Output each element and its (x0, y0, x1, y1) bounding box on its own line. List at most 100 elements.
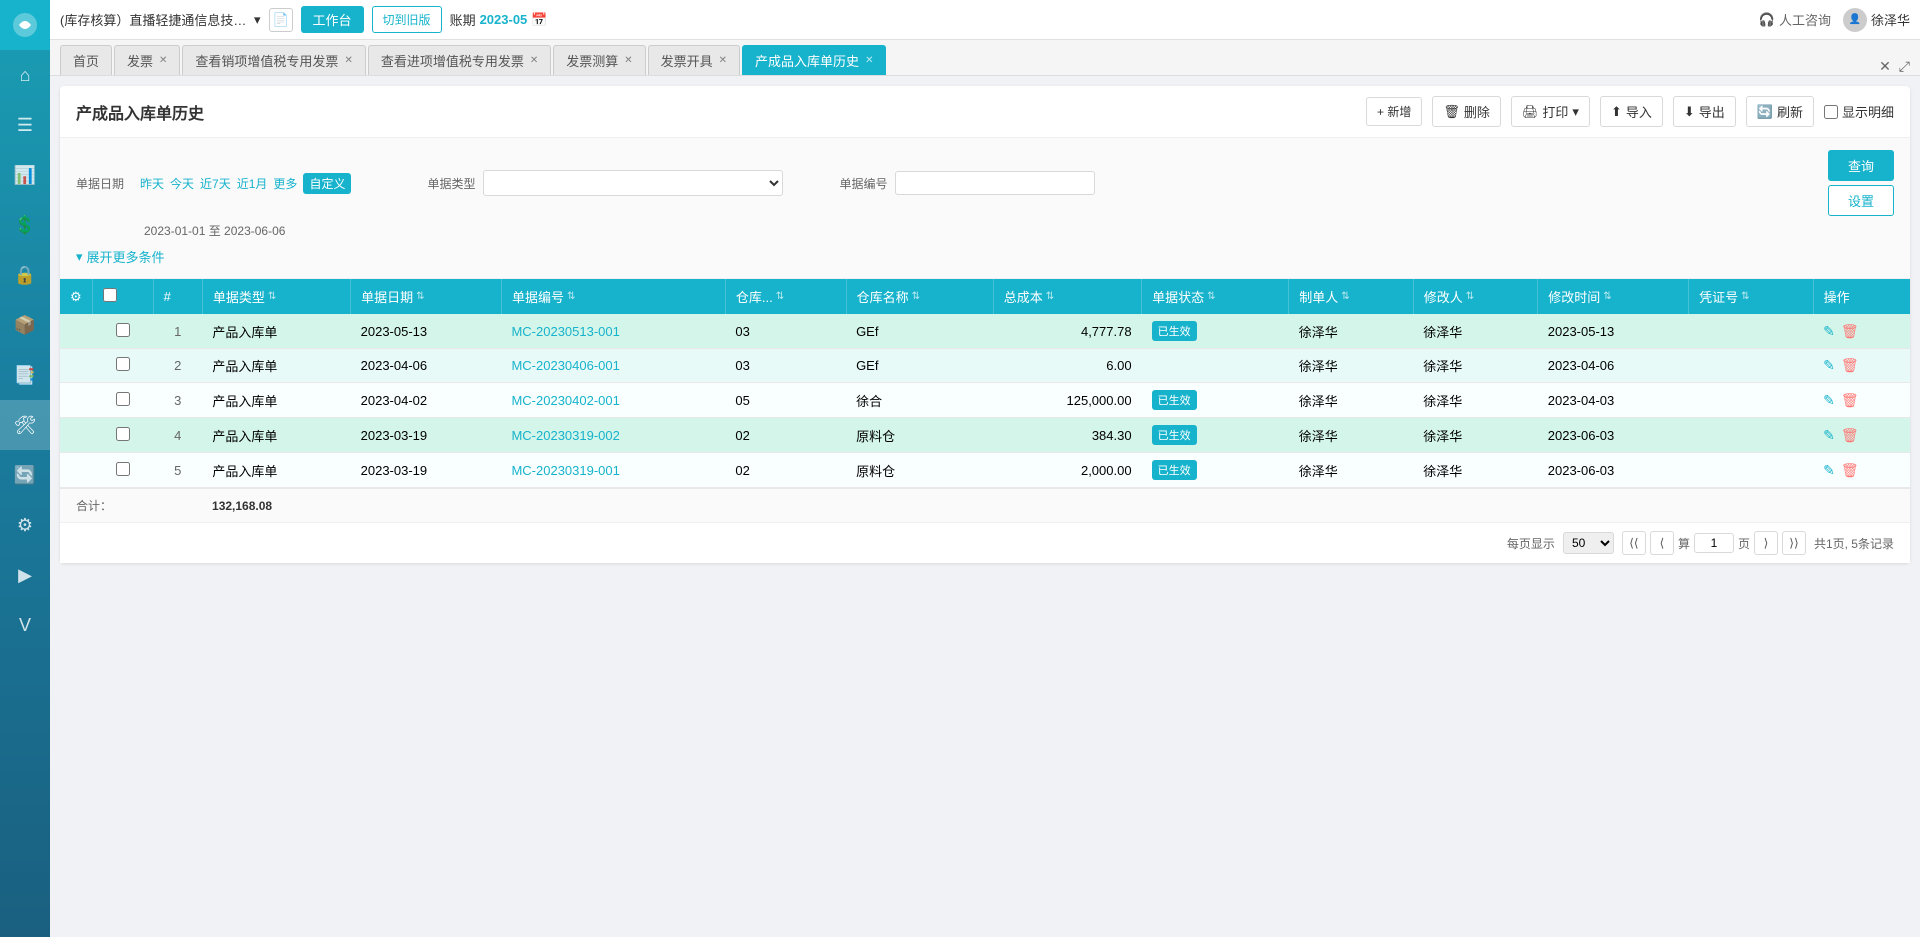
tab-invoice-calc-close[interactable]: ✕ (624, 55, 632, 66)
sidebar-item-chart[interactable]: 📊 (0, 150, 50, 200)
sidebar-item-home[interactable]: ⌂ (0, 50, 50, 100)
tab-invoice[interactable]: 发票 ✕ (114, 45, 180, 75)
row-docnum[interactable]: MC-20230513-001 (501, 314, 725, 349)
row-docnum-link[interactable]: MC-20230319-001 (511, 463, 619, 478)
tab-invoice-close[interactable]: ✕ (159, 55, 167, 66)
last-page-button[interactable]: ⟩⟩ (1782, 531, 1806, 555)
th-warehouse-code[interactable]: 仓库...⇅ (725, 279, 846, 314)
switch-version-button[interactable]: 切到旧版 (372, 6, 442, 33)
th-total-cost[interactable]: 总成本⇅ (993, 279, 1141, 314)
th-settings[interactable]: ⚙ (60, 279, 92, 314)
row-docnum-link[interactable]: MC-20230406-001 (511, 358, 619, 373)
tab-product-history-close[interactable]: ✕ (865, 55, 873, 66)
th-type[interactable]: 单据类型⇅ (202, 279, 350, 314)
sidebar-item-invoice[interactable]: 📑 (0, 350, 50, 400)
close-all-icon[interactable]: ✕ (1879, 58, 1891, 75)
new-button[interactable]: + 新增 (1366, 97, 1422, 126)
shortcut-yesterday[interactable]: 昨天 (140, 175, 164, 192)
tab-sales-invoice[interactable]: 查看销项增值税专用发票 ✕ (182, 45, 365, 75)
row-checkbox[interactable] (116, 357, 130, 371)
tab-invoice-issue-close[interactable]: ✕ (719, 55, 727, 66)
row-checkbox-cell[interactable] (92, 453, 153, 488)
delete-row-icon[interactable]: 🗑 (1841, 462, 1859, 479)
expand-filter-button[interactable]: ▾ 展开更多条件 (76, 247, 1894, 266)
th-modifier[interactable]: 修改人⇅ (1413, 279, 1538, 314)
row-docnum[interactable]: MC-20230319-002 (501, 418, 725, 453)
company-selector[interactable]: (库存核算）直播轻捷通信息技术股份... ▾ (60, 10, 261, 29)
row-checkbox-cell[interactable] (92, 418, 153, 453)
sidebar-item-tools[interactable]: 🛠 (0, 400, 50, 450)
sidebar-item-settings[interactable]: ⚙ (0, 500, 50, 550)
export-button[interactable]: ⬇ 导出 (1673, 96, 1736, 127)
shortcut-7days[interactable]: 近7天 (200, 175, 231, 192)
sidebar-item-docs[interactable]: ☰ (0, 100, 50, 150)
page-size-select[interactable]: 50 20 100 (1563, 532, 1614, 554)
help-button[interactable]: 🎧 人工咨询 (1759, 10, 1831, 29)
row-checkbox-cell[interactable] (92, 349, 153, 383)
th-status[interactable]: 单据状态⇅ (1142, 279, 1289, 314)
type-filter-select[interactable] (483, 170, 783, 196)
row-checkbox[interactable] (116, 392, 130, 406)
checkbox-all[interactable] (103, 288, 117, 302)
document-icon[interactable]: 📄 (269, 8, 293, 32)
delete-row-icon[interactable]: 🗑 (1841, 427, 1859, 444)
row-checkbox-cell[interactable] (92, 314, 153, 349)
tab-purchase-invoice[interactable]: 查看进项增值税专用发票 ✕ (368, 45, 551, 75)
row-checkbox[interactable] (116, 323, 130, 337)
set-button[interactable]: 设置 (1828, 185, 1894, 216)
maximize-icon[interactable]: ⤢ (1899, 58, 1910, 75)
sidebar-item-play[interactable]: ▶ (0, 550, 50, 600)
row-docnum-link[interactable]: MC-20230319-002 (511, 428, 619, 443)
delete-row-icon[interactable]: 🗑 (1841, 323, 1859, 340)
sidebar-item-security[interactable]: 🔒 (0, 250, 50, 300)
th-voucher-num[interactable]: 凭证号⇅ (1689, 279, 1814, 314)
edit-icon[interactable]: ✎ (1823, 357, 1835, 374)
tab-sales-invoice-close[interactable]: ✕ (344, 55, 352, 66)
docnum-filter-input[interactable] (895, 171, 1095, 195)
query-button[interactable]: 查询 (1828, 150, 1894, 181)
th-checkbox[interactable] (92, 279, 153, 314)
edit-icon[interactable]: ✎ (1823, 323, 1835, 340)
tab-purchase-invoice-close[interactable]: ✕ (530, 55, 538, 66)
first-page-button[interactable]: ⟨⟨ (1622, 531, 1646, 555)
delete-button[interactable]: 🗑 删除 (1432, 96, 1501, 127)
user-menu[interactable]: 👤 徐泽华 (1843, 8, 1910, 32)
row-checkbox[interactable] (116, 427, 130, 441)
th-modify-time[interactable]: 修改时间⇅ (1538, 279, 1689, 314)
row-docnum[interactable]: MC-20230406-001 (501, 349, 725, 383)
page-input[interactable] (1694, 533, 1734, 553)
display-detail-checkbox[interactable]: 显示明细 (1824, 102, 1894, 121)
delete-row-icon[interactable]: 🗑 (1841, 357, 1859, 374)
print-button[interactable]: 🖨 打印 ▾ (1511, 96, 1590, 127)
th-warehouse-name[interactable]: 仓库名称⇅ (846, 279, 993, 314)
sidebar-item-inventory[interactable]: 📦 (0, 300, 50, 350)
th-creator[interactable]: 制单人⇅ (1289, 279, 1414, 314)
sidebar-item-finance[interactable]: 💲 (0, 200, 50, 250)
calendar-icon[interactable]: 📅 (531, 12, 547, 28)
display-detail-input[interactable] (1824, 105, 1838, 119)
row-docnum-link[interactable]: MC-20230402-001 (511, 393, 619, 408)
sidebar-item-version[interactable]: V (0, 600, 50, 650)
next-page-button[interactable]: ⟩ (1754, 531, 1778, 555)
workbench-button[interactable]: 工作台 (301, 6, 364, 33)
refresh-button[interactable]: 🔄 刷新 (1746, 96, 1814, 127)
sidebar-item-sync[interactable]: 🔄 (0, 450, 50, 500)
tab-invoice-calc[interactable]: 发票测算 ✕ (553, 45, 645, 75)
shortcut-1month[interactable]: 近1月 (237, 175, 268, 192)
shortcut-more[interactable]: 更多 (273, 175, 297, 192)
delete-row-icon[interactable]: 🗑 (1841, 392, 1859, 409)
shortcut-today[interactable]: 今天 (170, 175, 194, 192)
row-checkbox[interactable] (116, 462, 130, 476)
th-docnum[interactable]: 单据编号⇅ (501, 279, 725, 314)
tab-invoice-issue[interactable]: 发票开具 ✕ (648, 45, 740, 75)
edit-icon[interactable]: ✎ (1823, 462, 1835, 479)
edit-icon[interactable]: ✎ (1823, 392, 1835, 409)
tab-product-history[interactable]: 产成品入库单历史 ✕ (742, 45, 886, 75)
row-checkbox-cell[interactable] (92, 383, 153, 418)
tab-home[interactable]: 首页 (60, 45, 112, 75)
edit-icon[interactable]: ✎ (1823, 427, 1835, 444)
row-docnum[interactable]: MC-20230402-001 (501, 383, 725, 418)
th-date[interactable]: 单据日期⇅ (351, 279, 502, 314)
import-button[interactable]: ⬆ 导入 (1600, 96, 1663, 127)
shortcut-custom[interactable]: 自定义 (303, 173, 351, 194)
